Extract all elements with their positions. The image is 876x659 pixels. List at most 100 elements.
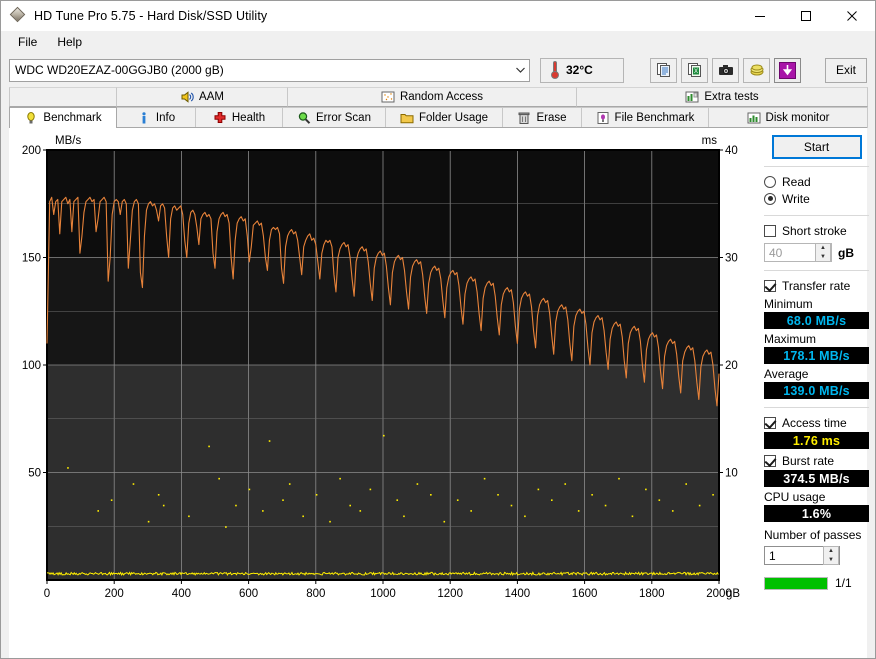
svg-text:1600: 1600 (572, 588, 598, 600)
svg-text:10: 10 (725, 468, 738, 480)
burst-rate-row[interactable]: Burst rate (764, 452, 869, 469)
short-stroke-row[interactable]: Short stroke (764, 222, 869, 239)
start-button-label: Start (803, 140, 830, 154)
svg-text:150: 150 (22, 253, 41, 265)
svg-text:40: 40 (725, 145, 738, 157)
start-button[interactable]: Start (771, 135, 862, 159)
minimize-button[interactable] (737, 1, 783, 31)
app-window: HD Tune Pro 5.75 - Hard Disk/SSD Utility… (0, 0, 876, 659)
screenshot-camera-icon[interactable] (712, 57, 739, 83)
menu-help[interactable]: Help (48, 33, 91, 51)
download-arrow-icon[interactable] (774, 57, 801, 83)
benchmark-panel: 50 100 150 200 10 20 30 40 0 200 400 600 800 1000 1200… (9, 127, 869, 658)
tab-file-benchmark[interactable]: File Benchmark (581, 107, 709, 128)
write-radio-row[interactable]: Write (764, 190, 869, 207)
benchmark-graph: 50 100 150 200 10 20 30 40 0 200 400 600 800 1000 1200… (9, 128, 757, 658)
svg-text:1800: 1800 (639, 588, 665, 600)
short-stroke-input[interactable]: 40 ▲ ▼ (764, 243, 832, 262)
tab-aam[interactable]: AAM (116, 87, 288, 107)
tab-aam-label: AAM (199, 91, 224, 103)
copy-icon[interactable] (650, 57, 677, 83)
tab-erase-label: Erase (536, 112, 567, 124)
speaker-icon (180, 90, 194, 104)
access-time-checkbox[interactable] (764, 416, 776, 429)
tab-benchmark[interactable]: Benchmark (9, 107, 117, 128)
copy-to-excel-icon[interactable]: X (681, 57, 708, 83)
read-radio-row[interactable]: Read (764, 173, 869, 190)
short-stroke-stepper[interactable]: ▲ ▼ (815, 243, 831, 262)
magnifier-icon (297, 111, 311, 125)
divider (764, 407, 869, 408)
coins-icon[interactable] (743, 57, 770, 83)
tab-error-scan-label: Error Scan (316, 112, 371, 124)
stepper-up-icon[interactable]: ▲ (824, 547, 838, 556)
tab-random-access-label: Random Access (399, 91, 484, 103)
tab-disk-monitor-label: Disk monitor (765, 112, 830, 124)
menu-help-label: Help (57, 35, 83, 49)
burst-rate-checkbox[interactable] (764, 454, 776, 467)
tab-erase[interactable]: Erase (502, 107, 582, 128)
transfer-rate-chart: 50100150200102030400 200 400 600 800 1000 1200… (22, 135, 741, 600)
passes-label: Number of passes (764, 528, 862, 542)
maximize-button[interactable] (783, 1, 829, 31)
transfer-rate-checkbox[interactable] (764, 279, 776, 292)
access-time-row[interactable]: Access time (764, 414, 869, 431)
svg-text:MB/s: MB/s (55, 135, 81, 147)
transfer-rate-row[interactable]: Transfer rate (764, 277, 869, 294)
menu-file-label: File (18, 35, 38, 49)
extra-tests-icon (685, 90, 699, 104)
drive-select[interactable]: WDC WD20EZAZ-00GGJB0 (2000 gB) (9, 58, 530, 82)
drive-toolbar-row: WDC WD20EZAZ-00GGJB0 (2000 gB) 32°C X Ex… (1, 53, 875, 87)
write-radio[interactable] (764, 192, 776, 205)
tab-error-scan[interactable]: Error Scan (282, 107, 386, 128)
read-label: Read (782, 174, 811, 189)
health-cross-icon (213, 111, 227, 125)
tab-health[interactable]: Health (195, 107, 283, 128)
short-stroke-checkbox[interactable] (764, 224, 776, 237)
passes-value: 1 (769, 548, 776, 563)
tab-random-access[interactable]: Random Access (287, 87, 577, 107)
folder-icon (400, 111, 414, 125)
progress-text: 1/1 (835, 576, 852, 590)
tab-disk-monitor[interactable]: Disk monitor (708, 107, 868, 128)
progress-row: 1/1 (764, 576, 869, 590)
passes-stepper[interactable]: ▲ ▼ (823, 546, 839, 565)
divider (764, 270, 869, 271)
maximum-label: Maximum (764, 332, 817, 346)
read-radio[interactable] (764, 175, 776, 188)
close-button[interactable] (829, 1, 875, 31)
svg-text:20: 20 (725, 360, 738, 372)
temperature-indicator: 32°C (540, 57, 624, 83)
tab-info[interactable]: Info (116, 107, 196, 128)
drive-select-value: WDC WD20EZAZ-00GGJB0 (2000 gB) (15, 63, 224, 77)
write-label: Write (782, 191, 810, 206)
stepper-up-icon[interactable]: ▲ (816, 244, 830, 253)
svg-text:1400: 1400 (505, 588, 531, 600)
svg-text:ms: ms (702, 135, 718, 147)
tab-row-top: AAM Random Access Extra tests (9, 87, 868, 107)
random-access-icon (381, 90, 395, 104)
short-stroke-value: 40 (769, 245, 783, 260)
svg-text:gB: gB (726, 588, 740, 600)
window-title: HD Tune Pro 5.75 - Hard Disk/SSD Utility (34, 8, 268, 23)
tab-extra-tests[interactable]: Extra tests (576, 87, 868, 107)
short-stroke-unit: gB (838, 245, 854, 260)
passes-input[interactable]: 1 ▲ ▼ (764, 546, 840, 565)
passes-row: 1 ▲ ▼ (764, 546, 869, 565)
burst-rate-value: 374.5 MB/s (764, 470, 869, 487)
tab-folder-usage[interactable]: Folder Usage (385, 107, 503, 128)
burst-rate-label: Burst rate (782, 453, 835, 468)
cpu-usage-value: 1.6% (764, 505, 869, 522)
transfer-rate-label: Transfer rate (782, 278, 851, 293)
average-value: 139.0 MB/s (764, 382, 869, 399)
tab-bar: AAM Random Access Extra tests Benchmark … (1, 87, 875, 128)
exit-button[interactable]: Exit (825, 57, 867, 83)
menu-file[interactable]: File (9, 33, 46, 51)
file-benchmark-icon (596, 111, 610, 125)
svg-text:0: 0 (44, 588, 50, 600)
progress-bar (764, 576, 828, 590)
tab-folder-usage-label: Folder Usage (418, 112, 489, 124)
toolbar-icons: X (650, 57, 801, 83)
stepper-down-icon[interactable]: ▼ (816, 253, 830, 262)
stepper-down-icon[interactable]: ▼ (824, 556, 838, 565)
